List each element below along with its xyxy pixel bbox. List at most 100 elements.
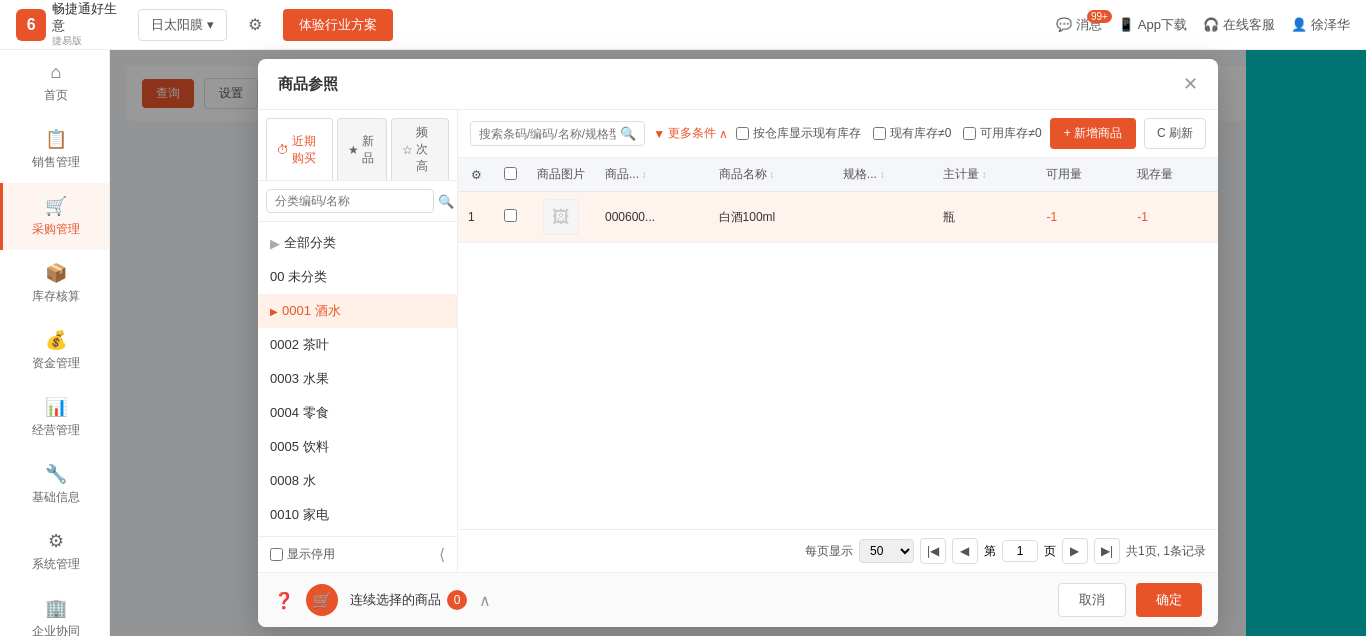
footer-collapse-btn[interactable]: ∧ [479,591,491,610]
modal-header: 商品参照 ✕ [258,59,1218,110]
availablestock-label: 可用库存≠0 [980,125,1041,142]
app-download-btn[interactable]: 📱 App下载 [1118,16,1187,34]
refresh-btn[interactable]: C 刷新 [1144,118,1206,149]
row-name: 白酒100ml [709,192,833,243]
col-code-header[interactable]: 商品... [595,158,709,192]
sidebar-item-operation[interactable]: 📊 经营管理 [0,384,109,451]
operation-icon: 📊 [45,396,67,418]
col-img-header: 商品图片 [527,158,595,192]
cat-item-0002-label: 0002 茶叶 [270,336,329,354]
cat-item-0003[interactable]: 0003 水果 [258,362,457,396]
modal-title: 商品参照 [278,75,338,94]
sidebar-item-home[interactable]: ⌂ 首页 [0,50,109,116]
table-row[interactable]: 1 🖼 000600... 白酒100ml [458,192,1218,243]
sidebar-item-system[interactable]: ⚙ 系统管理 [0,518,109,585]
last-page-btn[interactable]: ▶| [1094,538,1120,564]
cat-item-all[interactable]: ▶ 全部分类 [258,226,457,260]
col-unit-header[interactable]: 主计量 [933,158,1036,192]
next-page-btn[interactable]: ▶ [1062,538,1088,564]
phone-icon: 📱 [1118,17,1134,32]
first-page-btn[interactable]: |◀ [920,538,946,564]
product-search-box: 🔍 [470,121,645,146]
product-search-input[interactable] [479,127,616,141]
availablestock-checkbox[interactable] [963,127,976,140]
sidebar-label-purchase: 采购管理 [32,221,80,238]
cat-item-0004[interactable]: 0004 零食 [258,396,457,430]
show-disabled-label[interactable]: 显示停用 [270,546,335,563]
sidebar-item-base[interactable]: 🔧 基础信息 [0,451,109,518]
checkbox-currentstock[interactable]: 现有库存≠0 [873,125,951,142]
page-input[interactable] [1002,540,1038,562]
col-check-header[interactable] [494,158,527,192]
nav-dropdown[interactable]: 日太阳膜 ▾ [138,9,227,41]
row-checkbox[interactable] [504,209,517,222]
filter-btn[interactable]: ▼ 更多条件 ∧ [653,125,728,142]
user-btn[interactable]: 👤 徐泽华 [1291,16,1350,34]
prev-page-btn[interactable]: ◀ [952,538,978,564]
warestock-checkbox[interactable] [736,127,749,140]
message-btn[interactable]: 💬 消息 99+ [1056,16,1102,34]
headset-icon: 🎧 [1203,17,1219,32]
avatar-icon: 👤 [1291,17,1307,32]
finance-icon: 💰 [45,329,67,351]
try-btn[interactable]: 体验行业方案 [283,9,393,41]
per-page-label: 每页显示 [805,543,853,560]
search-icon: 🔍 [438,194,454,209]
col-available-header: 可用量 [1036,158,1127,192]
cat-tab-new[interactable]: ★ 新品 [337,118,386,180]
show-disabled-checkbox[interactable] [270,548,283,561]
sidebar-label-sales: 销售管理 [32,154,80,171]
cat-tab-recent[interactable]: ⏱ 近期购买 [266,118,333,180]
per-page-select[interactable]: 50 10 20 100 [859,539,914,563]
sidebar-label-inventory: 库存核算 [32,288,80,305]
cat-item-0001[interactable]: ▶ 0001 酒水 [258,294,457,328]
cat-item-00[interactable]: 00 未分类 [258,260,457,294]
filter-icon: ▼ [653,127,665,141]
layout: ⌂ 首页 📋 销售管理 🛒 采购管理 📦 库存核算 💰 资金管理 📊 经营管理 … [0,50,1366,636]
checkbox-warestock[interactable]: 按仓库显示现有库存 [736,125,861,142]
sidebar-item-company[interactable]: 🏢 企业协同 [0,585,109,636]
nav-dropdown-label: 日太阳膜 [151,16,203,34]
cart-btn[interactable]: 🛒 [306,584,338,616]
clock-icon: ⏱ [277,143,289,157]
help-icon[interactable]: ❓ [274,591,294,610]
sidebar-label-home: 首页 [44,87,68,104]
show-disabled-text: 显示停用 [287,546,335,563]
online-service-btn[interactable]: 🎧 在线客服 [1203,16,1275,34]
search-icon: 🔍 [620,126,636,141]
select-all-checkbox[interactable] [504,167,517,180]
sidebar-item-finance[interactable]: 💰 资金管理 [0,317,109,384]
col-spec-header[interactable]: 规格... [833,158,933,192]
category-search-input[interactable] [266,189,434,213]
confirm-btn[interactable]: 确定 [1136,583,1202,617]
row-num: 1 [458,192,494,243]
modal: 商品参照 ✕ ⏱ 近期购买 ★ 新品 [258,59,1218,627]
settings-icon-btn[interactable]: ⚙ [239,9,271,41]
row-stock: -1 [1127,192,1218,243]
row-check[interactable] [494,192,527,243]
sidebar-item-inventory[interactable]: 📦 库存核算 [0,250,109,317]
col-settings-header[interactable]: ⚙ [458,158,494,192]
cat-tab-new-label: 新品 [362,133,375,167]
top-nav: 6 畅捷通好生意 捷易版 日太阳膜 ▾ ⚙ 体验行业方案 💬 消息 99+ 📱 … [0,0,1366,50]
panel-collapse-btn[interactable]: ⟨ [439,545,445,564]
cat-item-0002[interactable]: 0002 茶叶 [258,328,457,362]
sidebar-item-sales[interactable]: 📋 销售管理 [0,116,109,183]
page-label: 第 [984,543,996,560]
cat-item-0010[interactable]: 0010 家电 [258,498,457,532]
cancel-btn[interactable]: 取消 [1058,583,1126,617]
cat-item-0008[interactable]: 0008 水 [258,464,457,498]
add-product-btn[interactable]: + 新增商品 [1050,118,1136,149]
count-badge: 0 [447,590,467,610]
cat-item-0005[interactable]: 0005 饮料 [258,430,457,464]
company-icon: 🏢 [45,597,67,619]
sidebar-label-operation: 经营管理 [32,422,80,439]
currentstock-checkbox[interactable] [873,127,886,140]
currentstock-label: 现有库存≠0 [890,125,951,142]
col-name-header[interactable]: 商品名称 [709,158,833,192]
checkbox-availablestock[interactable]: 可用库存≠0 [963,125,1041,142]
modal-close-btn[interactable]: ✕ [1183,73,1198,95]
sidebar-item-purchase[interactable]: 🛒 采购管理 [0,183,109,250]
cat-tab-frequent[interactable]: ☆ 频次高 [391,118,449,180]
footer-actions: 取消 确定 [1058,583,1202,617]
